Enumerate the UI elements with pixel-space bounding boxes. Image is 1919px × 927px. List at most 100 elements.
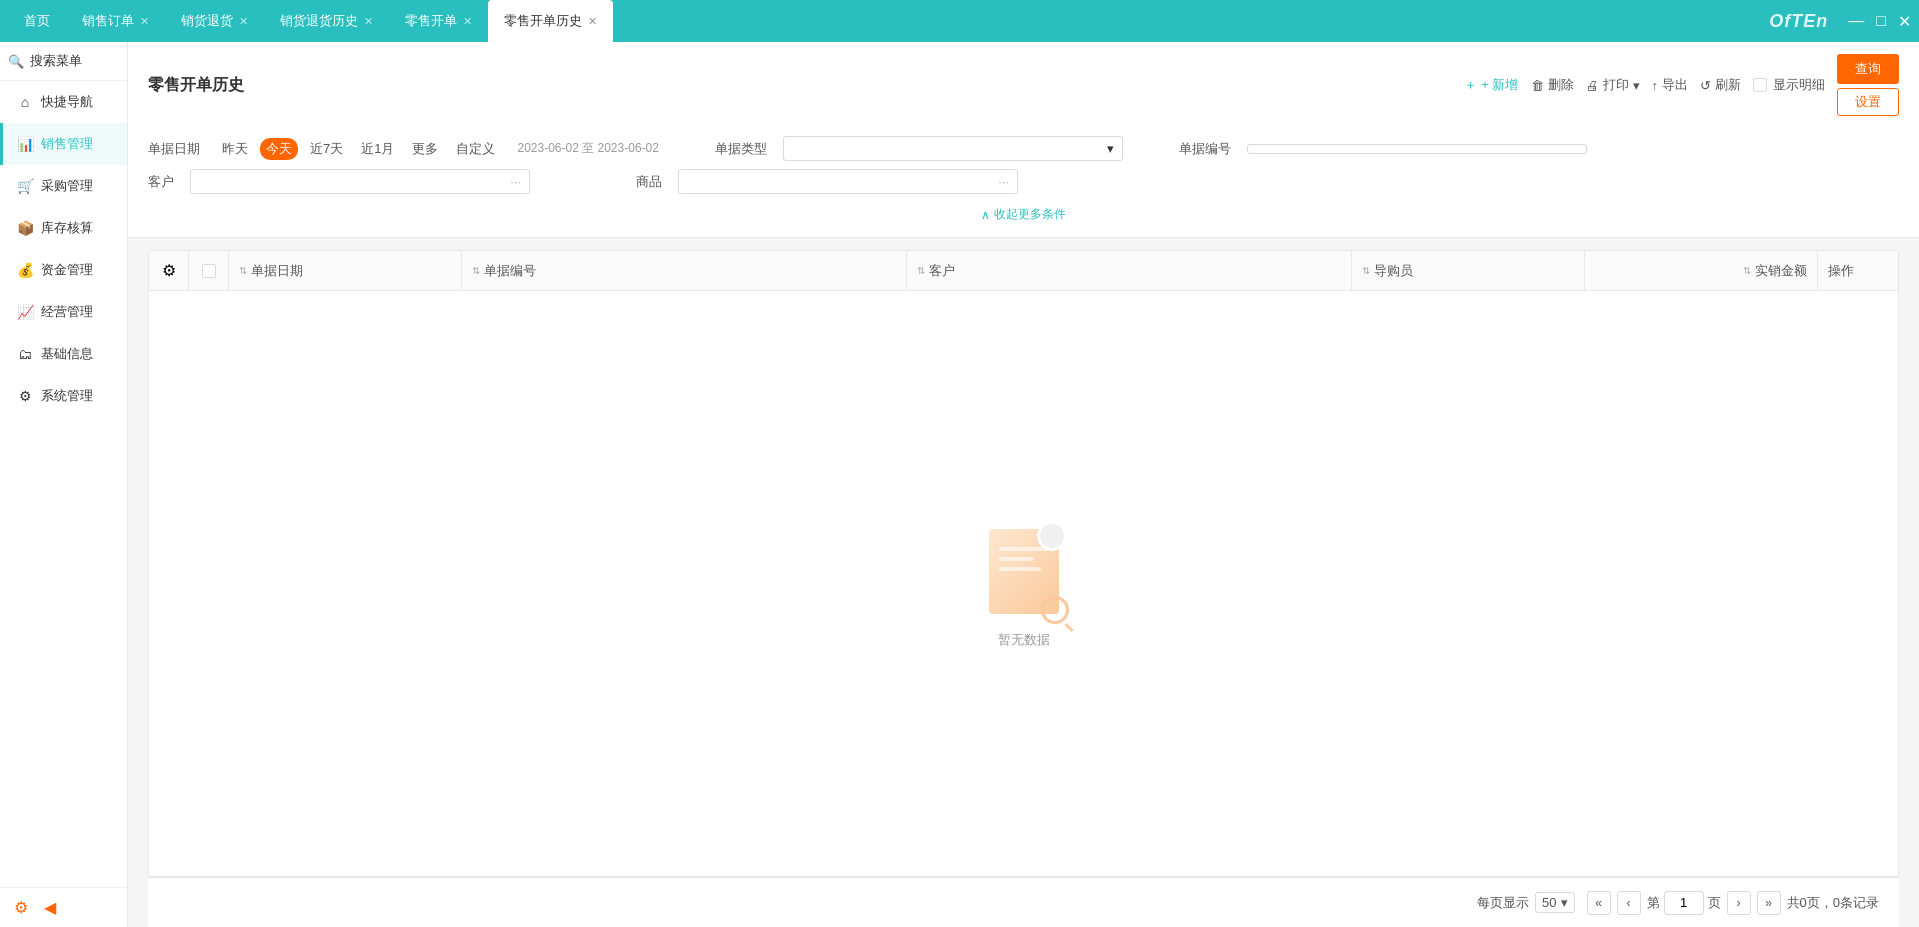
date-opt-more[interactable]: 更多 [406,138,444,160]
tab-sales-return-label: 销货退货 [181,12,233,30]
doc-type-select[interactable]: ▾ [783,136,1123,161]
th-guide[interactable]: ⇅ 导购员 [1352,251,1585,290]
toolbar-btn-add[interactable]: ＋ + 新增 [1464,76,1518,94]
th-ops: 操作 [1818,251,1898,290]
date-range-display: 2023-06-02 至 2023-06-02 [517,140,658,157]
per-page-select[interactable]: 50 ▾ [1535,892,1574,913]
goods-ellipsis: ··· [998,174,1009,189]
operations-icon: 📈 [17,304,33,320]
sidebar-settings-icon[interactable]: ⚙ [14,898,28,917]
th-doc-date[interactable]: ⇅ 单据日期 [229,251,462,290]
quick-nav-icon: ⌂ [17,94,33,110]
sidebar-search[interactable]: 🔍 搜索菜单 [0,42,127,81]
date-opt-custom[interactable]: 自定义 [450,138,501,160]
th-checkbox[interactable] [189,251,229,290]
tab-sales-order-close[interactable]: ✕ [140,15,149,28]
query-button[interactable]: 查询 [1837,54,1899,84]
tab-sales-order[interactable]: 销售订单 ✕ [66,0,165,42]
prev-page-btn[interactable]: ‹ [1617,891,1641,915]
per-page-control: 每页显示 50 ▾ [1477,892,1574,913]
tab-retail-open-history[interactable]: 零售开单历史 ✕ [488,0,613,42]
next-page-btn[interactable]: › [1727,891,1751,915]
sidebar-item-quick-nav-label: 快捷导航 [41,93,93,111]
print-icon: 🖨 [1586,78,1599,93]
sidebar-item-sys-mgmt-label: 系统管理 [41,387,93,405]
tab-retail-open-close[interactable]: ✕ [463,15,472,28]
sidebar-item-finance[interactable]: 💰 资金管理 [0,249,127,291]
th-amount[interactable]: ⇅ 实销金额 [1585,251,1818,290]
toolbar-btn-print[interactable]: 🖨 打印 ▾ [1586,76,1640,94]
sidebar-item-base-info[interactable]: 🗂 基础信息 [0,333,127,375]
sidebar-item-purchase-mgmt-label: 采购管理 [41,177,93,195]
page-suffix: 页 [1708,894,1721,912]
sidebar-item-base-info-label: 基础信息 [41,345,93,363]
sidebar-item-sales-mgmt[interactable]: 📊 销售管理 [0,123,127,165]
refresh-icon: ↺ [1700,78,1711,93]
sidebar-item-finance-label: 资金管理 [41,261,93,279]
doc-type-label: 单据类型 [715,140,767,158]
sidebar-item-operations-label: 经营管理 [41,303,93,321]
last-page-btn[interactable]: » [1757,891,1781,915]
toolbar-btn-export[interactable]: ↑ 导出 [1652,76,1689,94]
date-filter-label: 单据日期 [148,140,200,158]
sidebar-item-operations[interactable]: 📈 经营管理 [0,291,127,333]
table-settings-btn[interactable]: ⚙ [149,251,189,290]
doc-no-label: 单据编号 [1179,140,1231,158]
window-close[interactable]: ✕ [1898,12,1911,31]
tab-sales-return[interactable]: 销货退货 ✕ [165,0,264,42]
sidebar-collapse-icon[interactable]: ◀ [44,898,56,917]
sidebar-item-purchase-mgmt[interactable]: 🛒 采购管理 [0,165,127,207]
date-opt-today[interactable]: 今天 [260,138,298,160]
date-opt-last-month[interactable]: 近1月 [355,138,400,160]
toolbar-btn-display-detail[interactable]: 显示明细 [1753,76,1825,94]
date-opt-yesterday[interactable]: 昨天 [216,138,254,160]
tab-retail-open-history-close[interactable]: ✕ [588,15,597,28]
inventory-icon: 📦 [17,220,33,236]
window-minimize[interactable]: — [1848,12,1864,30]
sort-customer-icon: ⇅ [917,265,925,276]
first-page-btn[interactable]: « [1587,891,1611,915]
sort-guide-icon: ⇅ [1362,265,1370,276]
toolbar-btn-refresh[interactable]: ↺ 刷新 [1700,76,1741,94]
tab-retail-open-label: 零售开单 [405,12,457,30]
page-label: 第 [1647,894,1660,912]
base-info-icon: 🗂 [17,346,33,362]
sys-mgmt-icon: ⚙ [17,388,33,404]
collapse-icon: ∧ [981,208,990,222]
customer-input[interactable]: ··· [190,169,530,194]
date-opt-last7[interactable]: 近7天 [304,138,349,160]
goods-input[interactable]: ··· [678,169,1018,194]
doc-type-dropdown-icon: ▾ [1107,141,1114,156]
toolbar-btn-delete[interactable]: 🗑 🗑 删除 删除 [1531,76,1574,94]
tab-retail-open[interactable]: 零售开单 ✕ [389,0,488,42]
sidebar-item-inventory[interactable]: 📦 库存核算 [0,207,127,249]
settings-button[interactable]: 设置 [1837,88,1899,116]
tab-sales-return-history-label: 销货退货历史 [280,12,358,30]
tab-home[interactable]: 首页 [8,0,66,42]
checkbox-display-detail[interactable] [1753,78,1767,92]
export-icon: ↑ [1652,78,1659,93]
page-input-group: 第 页 [1647,891,1721,915]
tab-retail-open-history-label: 零售开单历史 [504,12,582,30]
tab-sales-return-history[interactable]: 销货退货历史 ✕ [264,0,389,42]
delete-icon: 🗑 [1531,78,1544,93]
th-doc-no[interactable]: ⇅ 单据编号 [462,251,907,290]
select-all-checkbox[interactable] [202,264,216,278]
sort-amount-icon: ⇅ [1743,265,1751,276]
pagination-controls: « ‹ 第 页 › » 共0页，0条记录 [1587,891,1879,915]
page-input[interactable] [1664,891,1704,915]
tab-sales-return-close[interactable]: ✕ [239,15,248,28]
doc-no-input[interactable] [1247,144,1587,154]
sidebar-item-sys-mgmt[interactable]: ⚙ 系统管理 [0,375,127,417]
sidebar-item-quick-nav[interactable]: ⌂ 快捷导航 [0,81,127,123]
per-page-value: 50 [1542,895,1556,910]
tab-sales-return-history-close[interactable]: ✕ [364,15,373,28]
sort-doc-date-icon: ⇅ [239,265,247,276]
th-customer[interactable]: ⇅ 客户 [907,251,1352,290]
customer-ellipsis: ··· [510,174,521,189]
collapse-more-conditions[interactable]: ∧ 收起更多条件 [148,202,1899,227]
page-title: 零售开单历史 [148,75,244,96]
table-settings-icon: ⚙ [162,261,176,280]
per-page-label: 每页显示 [1477,894,1529,912]
window-maximize[interactable]: □ [1876,12,1886,30]
